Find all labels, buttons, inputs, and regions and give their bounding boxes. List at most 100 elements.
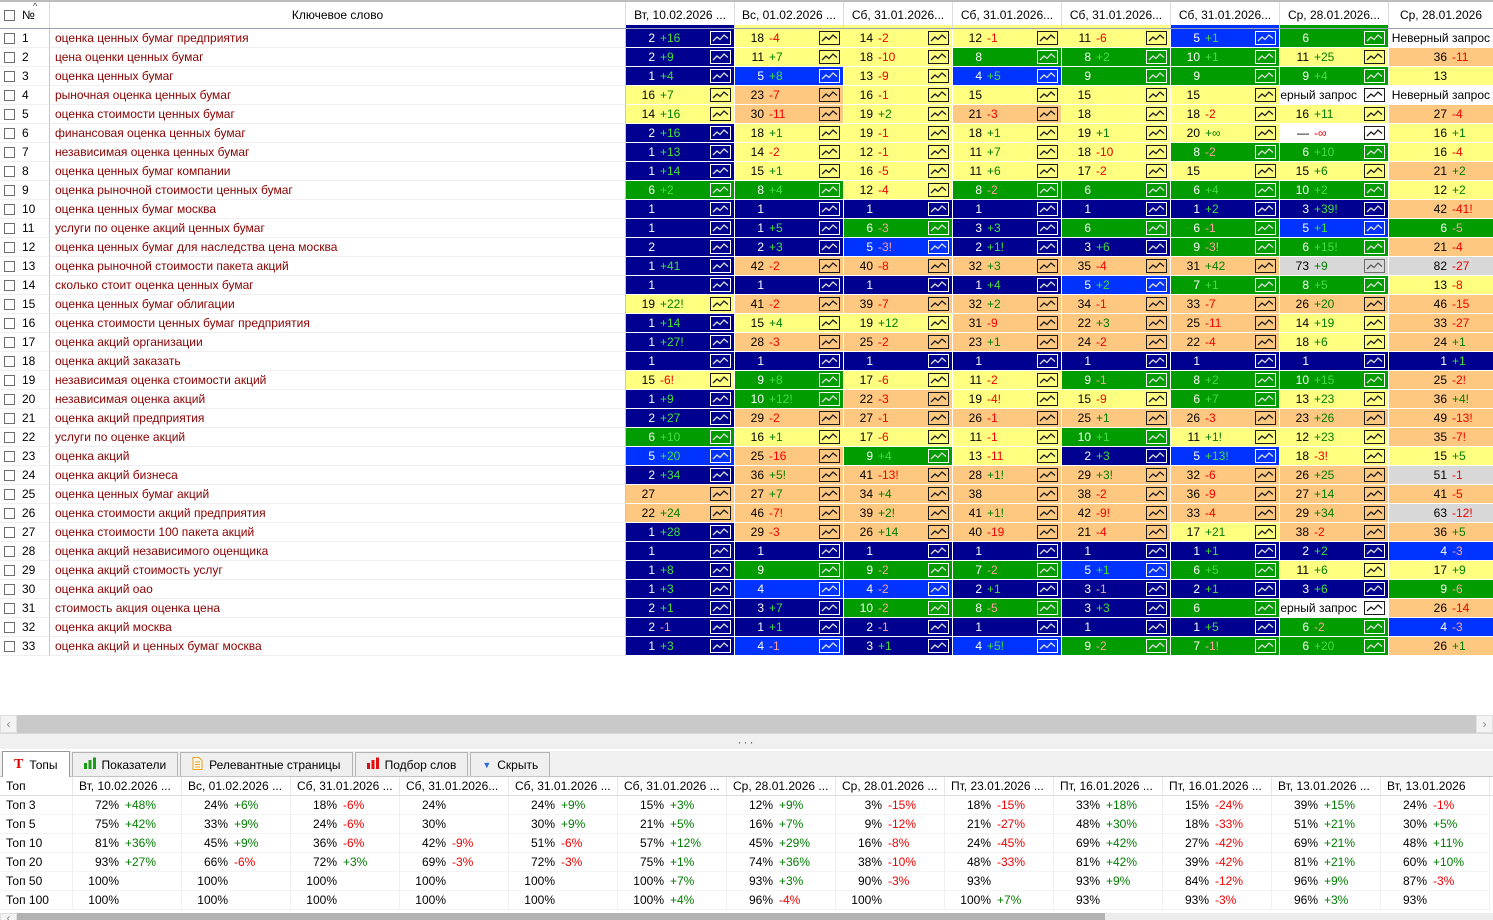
- position-cell[interactable]: 9: [735, 561, 844, 580]
- chart-icon[interactable]: [1146, 107, 1167, 121]
- tab-page[interactable]: Релевантные страницы: [180, 752, 353, 776]
- chart-icon[interactable]: [819, 563, 840, 577]
- chart-icon[interactable]: [819, 69, 840, 83]
- position-cell[interactable]: 17 -2: [1062, 162, 1171, 181]
- chart-icon[interactable]: [819, 544, 840, 558]
- position-cell[interactable]: 2 +3: [735, 238, 844, 257]
- position-cell[interactable]: 1 +28: [626, 523, 735, 542]
- row-checkbox[interactable]: [4, 298, 15, 310]
- chart-icon[interactable]: [819, 354, 840, 368]
- position-cell[interactable]: 35 -4: [1062, 257, 1171, 276]
- date-column-header[interactable]: Сб, 31.01.2026...: [844, 2, 953, 28]
- position-cell[interactable]: 13 -9: [844, 67, 953, 86]
- keyword-cell[interactable]: услуги по оценке акций: [50, 428, 626, 447]
- row-checkbox[interactable]: [4, 146, 15, 158]
- chart-icon[interactable]: [1146, 411, 1167, 425]
- chart-icon[interactable]: [1255, 50, 1276, 64]
- date-column-header[interactable]: Ср, 28.01.2026: [1389, 2, 1493, 28]
- position-cell[interactable]: 6: [1171, 599, 1280, 618]
- position-cell[interactable]: 26 -3: [1171, 409, 1280, 428]
- keyword-cell[interactable]: оценка рыночной стоимости пакета акций: [50, 257, 626, 276]
- chart-icon[interactable]: [1037, 278, 1058, 292]
- chart-icon[interactable]: [1255, 202, 1276, 216]
- chart-icon[interactable]: [710, 639, 731, 653]
- chart-icon[interactable]: [710, 506, 731, 520]
- chart-icon[interactable]: [710, 107, 731, 121]
- chart-icon[interactable]: [1037, 506, 1058, 520]
- chart-icon[interactable]: [1255, 601, 1276, 615]
- position-cell[interactable]: 10 +12!: [735, 390, 844, 409]
- keyword-column-header[interactable]: Ключевое слово: [50, 2, 626, 28]
- chart-icon[interactable]: [1146, 69, 1167, 83]
- chart-icon[interactable]: [1255, 620, 1276, 634]
- chart-icon[interactable]: [1255, 506, 1276, 520]
- chart-icon[interactable]: [1146, 297, 1167, 311]
- position-cell[interactable]: 6 -1: [1171, 219, 1280, 238]
- chart-icon[interactable]: [1255, 278, 1276, 292]
- chart-icon[interactable]: [819, 183, 840, 197]
- position-cell[interactable]: 2 +1!: [953, 238, 1062, 257]
- chart-icon[interactable]: [1037, 601, 1058, 615]
- position-cell[interactable]: 21 -4: [1062, 523, 1171, 542]
- position-cell[interactable]: 15 -6!: [626, 371, 735, 390]
- keyword-cell[interactable]: оценка акций предприятия: [50, 409, 626, 428]
- chart-icon[interactable]: [710, 259, 731, 273]
- keyword-cell[interactable]: оценка акций организации: [50, 333, 626, 352]
- chart-icon[interactable]: [1146, 31, 1167, 45]
- position-cell[interactable]: 21 +2: [1389, 162, 1493, 181]
- position-cell[interactable]: 29 +3!: [1062, 466, 1171, 485]
- chart-icon[interactable]: [1146, 183, 1167, 197]
- date-column-header[interactable]: Ср, 28.01.2026...: [1280, 2, 1389, 28]
- position-cell[interactable]: 15 +6: [1280, 162, 1389, 181]
- position-cell[interactable]: 2 +2: [1280, 542, 1389, 561]
- chart-icon[interactable]: [1255, 468, 1276, 482]
- chart-icon[interactable]: [819, 107, 840, 121]
- tab-bars-red[interactable]: Подбор слов: [354, 752, 469, 776]
- row-checkbox[interactable]: [4, 260, 15, 272]
- position-cell[interactable]: 6 -3: [844, 219, 953, 238]
- position-cell[interactable]: 7 -2: [953, 561, 1062, 580]
- position-cell[interactable]: 11 +6: [953, 162, 1062, 181]
- row-checkbox[interactable]: [4, 602, 15, 614]
- row-checkbox[interactable]: [4, 412, 15, 424]
- tops-date-header[interactable]: Ср, 28.01.2026 ...: [836, 777, 945, 795]
- chart-icon[interactable]: [710, 278, 731, 292]
- position-cell[interactable]: 1: [953, 200, 1062, 219]
- position-cell[interactable]: 10 +2: [1280, 181, 1389, 200]
- chart-icon[interactable]: [1364, 297, 1385, 311]
- position-cell[interactable]: 8 +4: [735, 181, 844, 200]
- position-cell[interactable]: 6: [1062, 181, 1171, 200]
- chart-icon[interactable]: [1037, 183, 1058, 197]
- position-cell[interactable]: 6 +15!: [1280, 238, 1389, 257]
- chart-icon[interactable]: [710, 582, 731, 596]
- chart-icon[interactable]: [1146, 88, 1167, 102]
- position-cell[interactable]: 41 -5: [1389, 485, 1493, 504]
- chart-icon[interactable]: [928, 354, 949, 368]
- position-cell[interactable]: 82 -27: [1389, 257, 1493, 276]
- position-cell[interactable]: 46 -7!: [735, 504, 844, 523]
- chart-icon[interactable]: [1255, 88, 1276, 102]
- row-checkbox[interactable]: [4, 222, 15, 234]
- chart-icon[interactable]: [928, 620, 949, 634]
- scrollbar-thumb[interactable]: [17, 913, 1105, 920]
- chart-icon[interactable]: [819, 202, 840, 216]
- position-cell[interactable]: 16 +1: [1389, 124, 1493, 143]
- position-cell[interactable]: 12 -4: [844, 181, 953, 200]
- keyword-cell[interactable]: услуги по оценке акций ценных бумаг: [50, 219, 626, 238]
- date-column-header[interactable]: Вт, 10.02.2026 ...: [626, 2, 735, 28]
- position-cell[interactable]: 22 +3: [1062, 314, 1171, 333]
- row-checkbox[interactable]: [4, 526, 15, 538]
- chart-icon[interactable]: [928, 639, 949, 653]
- chart-icon[interactable]: [1037, 563, 1058, 577]
- chart-icon[interactable]: [1146, 335, 1167, 349]
- tab-tops[interactable]: T Топы: [2, 751, 70, 777]
- tops-date-header[interactable]: Пт, 16.01.2026 ...: [1163, 777, 1272, 795]
- position-cell[interactable]: 16 +11: [1280, 105, 1389, 124]
- tops-date-header[interactable]: Сб, 31.01.2026...: [400, 777, 509, 795]
- position-cell[interactable]: 8 -5: [953, 599, 1062, 618]
- position-cell[interactable]: 1 +14: [626, 314, 735, 333]
- chart-icon[interactable]: [1037, 525, 1058, 539]
- position-cell[interactable]: 28 -3: [735, 333, 844, 352]
- chart-icon[interactable]: [710, 335, 731, 349]
- position-cell[interactable]: 22 -3: [844, 390, 953, 409]
